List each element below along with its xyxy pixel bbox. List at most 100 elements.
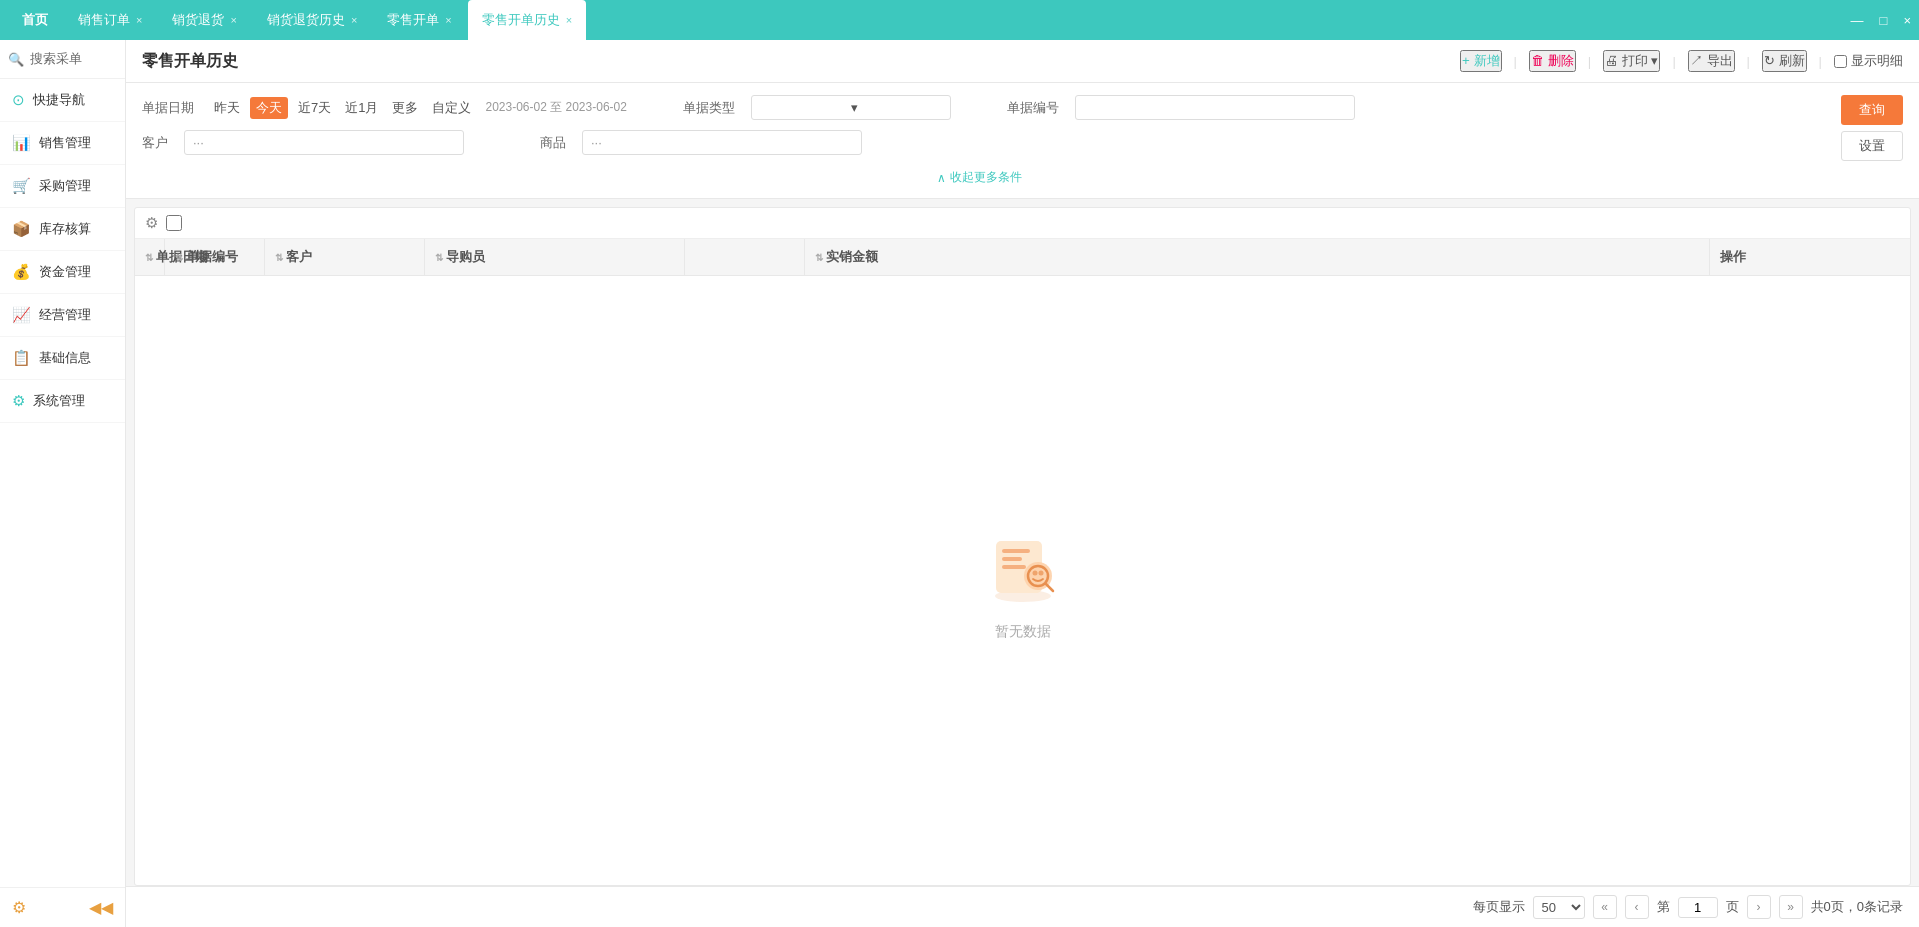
search-input-trigger[interactable]: 🔍 搜索采单 (8, 50, 117, 68)
search-label: 搜索采单 (30, 50, 82, 68)
filter-settings-button[interactable]: 设置 (1841, 131, 1903, 161)
filter-buttons: 查询 设置 (1841, 95, 1903, 161)
last-page-button[interactable]: » (1779, 895, 1803, 919)
sort-date-icon[interactable]: ⇅ (145, 252, 153, 263)
customer-input[interactable]: ··· (184, 130, 464, 155)
per-page-select[interactable]: 50 20 100 (1533, 896, 1585, 919)
sort-amount-icon[interactable]: ⇅ (815, 252, 823, 263)
show-detail-checkbox[interactable]: 显示明细 (1834, 52, 1903, 70)
date-opt-yesterday[interactable]: 昨天 (210, 97, 244, 119)
table-container: ⚙ ⇅ 单据日期 ⇅ 单据编号 ⇅ 客户 ⇅ 导购员 (134, 207, 1911, 886)
order-type-select[interactable]: ▾ (751, 95, 951, 120)
tab-sales-return-history[interactable]: 销货退货历史 × (253, 0, 371, 40)
window-close-button[interactable]: × (1903, 13, 1911, 28)
delete-button[interactable]: 🗑 删除 (1529, 50, 1576, 72)
sidebar-item-finance[interactable]: 💰 资金管理 (0, 251, 125, 294)
order-no-label: 单据编号 (1007, 99, 1059, 117)
goods-placeholder: ··· (591, 135, 602, 150)
purchase-icon: 🛒 (12, 177, 31, 195)
maximize-button[interactable]: □ (1880, 13, 1888, 28)
order-no-placeholder (1084, 100, 1088, 115)
content-area: 零售开单历史 + 新增 | 🗑 删除 | 🖨 打印 ▾ | ↗ 导出 | ↻ 刷… (126, 40, 1919, 927)
sidebar-item-shortcuts-label: 快捷导航 (33, 91, 85, 109)
th-customer[interactable]: ⇅ 客户 (265, 239, 425, 275)
show-detail-input[interactable] (1834, 55, 1847, 68)
add-button[interactable]: + 新增 (1460, 50, 1502, 72)
pagination-bar: 每页显示 50 20 100 « ‹ 第 页 › » 共0页，0条记录 (126, 886, 1919, 927)
sidebar-item-purchase[interactable]: 🛒 采购管理 (0, 165, 125, 208)
tab-retail-history-label: 零售开单历史 (482, 11, 560, 29)
date-opt-custom[interactable]: 自定义 (428, 97, 475, 119)
customer-placeholder: ··· (193, 135, 204, 150)
tab-sales-return-history-close[interactable]: × (351, 14, 357, 26)
page-number-input[interactable] (1678, 897, 1718, 918)
sidebar-item-purchase-label: 采购管理 (39, 177, 91, 195)
tab-retail-order-close[interactable]: × (445, 14, 451, 26)
tab-retail-order-label: 零售开单 (387, 11, 439, 29)
tab-sales-order[interactable]: 销售订单 × (64, 0, 156, 40)
tab-retail-history-close[interactable]: × (566, 14, 572, 26)
tab-retail-order[interactable]: 零售开单 × (373, 0, 465, 40)
page-unit: 页 (1726, 898, 1739, 916)
refresh-button[interactable]: ↻ 刷新 (1762, 50, 1807, 72)
tab-home-label: 首页 (22, 11, 48, 29)
order-type-value (760, 100, 851, 115)
sidebar-item-shortcuts[interactable]: ⊙ 快捷导航 (0, 79, 125, 122)
sidebar-item-inventory[interactable]: 📦 库存核算 (0, 208, 125, 251)
prev-page-button[interactable]: ‹ (1625, 895, 1649, 919)
tab-sales-order-label: 销售订单 (78, 11, 130, 29)
last-page-icon: » (1787, 900, 1794, 914)
date-filter-label: 单据日期 (142, 99, 194, 117)
settings-gear-icon[interactable]: ⚙ (12, 898, 26, 917)
order-no-input[interactable] (1075, 95, 1355, 120)
tab-retail-history[interactable]: 零售开单历史 × (468, 0, 586, 40)
sidebar-search-section[interactable]: 🔍 搜索采单 (0, 40, 125, 79)
tab-home[interactable]: 首页 (8, 0, 62, 40)
sort-customer-icon[interactable]: ⇅ (275, 252, 283, 263)
empty-state: 暂无数据 (135, 276, 1910, 885)
customer-label: 客户 (142, 134, 168, 152)
svg-rect-3 (1002, 557, 1022, 561)
th-amount[interactable]: ⇅ 实销金额 (805, 239, 1710, 275)
svg-point-9 (1038, 570, 1043, 575)
tab-sales-return-close[interactable]: × (230, 14, 236, 26)
sidebar: 🔍 搜索采单 ⊙ 快捷导航 📊 销售管理 🛒 采购管理 📦 库存核算 💰 资金管… (0, 40, 126, 927)
print-button[interactable]: 🖨 打印 ▾ (1603, 50, 1660, 72)
date-opt-1month[interactable]: 近1月 (341, 97, 382, 119)
minimize-button[interactable]: — (1851, 13, 1864, 28)
sidebar-item-system[interactable]: ⚙ 系统管理 (0, 380, 125, 423)
th-date[interactable]: ⇅ 单据日期 (135, 239, 165, 275)
svg-rect-2 (1002, 549, 1030, 553)
date-opt-more[interactable]: 更多 (388, 97, 422, 119)
sidebar-collapse-icon[interactable]: ◀◀ (89, 898, 113, 917)
th-order-no[interactable]: ⇅ 单据编号 (165, 239, 265, 275)
filter-area: 单据日期 昨天 今天 近7天 近1月 更多 自定义 2023-06-02 至 2… (126, 83, 1919, 199)
sidebar-item-management-label: 经营管理 (39, 306, 91, 324)
tab-sales-return[interactable]: 销货退货 × (158, 0, 250, 40)
empty-illustration (978, 521, 1068, 611)
table-settings-icon[interactable]: ⚙ (145, 214, 158, 232)
export-button[interactable]: ↗ 导出 (1688, 50, 1735, 72)
collapse-bar[interactable]: ∧ 收起更多条件 (142, 165, 1817, 190)
date-opt-7days[interactable]: 近7天 (294, 97, 335, 119)
page-header: 零售开单历史 + 新增 | 🗑 删除 | 🖨 打印 ▾ | ↗ 导出 | ↻ 刷… (126, 40, 1919, 83)
sidebar-item-management[interactable]: 📈 经营管理 (0, 294, 125, 337)
query-button[interactable]: 查询 (1841, 95, 1903, 125)
date-range-display: 2023-06-02 至 2023-06-02 (485, 99, 626, 116)
search-icon: 🔍 (8, 52, 24, 67)
goods-input[interactable]: ··· (582, 130, 862, 155)
first-page-button[interactable]: « (1593, 895, 1617, 919)
tab-sales-order-close[interactable]: × (136, 14, 142, 26)
sidebar-item-finance-label: 资金管理 (39, 263, 91, 281)
order-type-dropdown-icon: ▾ (851, 100, 942, 115)
select-all-checkbox[interactable] (166, 215, 182, 231)
sidebar-item-sales[interactable]: 📊 销售管理 (0, 122, 125, 165)
sidebar-item-basic-info[interactable]: 📋 基础信息 (0, 337, 125, 380)
th-salesperson[interactable]: ⇅ 导购员 (425, 239, 685, 275)
sort-orderno-icon[interactable]: ⇅ (175, 252, 183, 263)
next-page-button[interactable]: › (1747, 895, 1771, 919)
sales-icon: 📊 (12, 134, 31, 152)
sort-salesperson-icon[interactable]: ⇅ (435, 252, 443, 263)
date-opt-today[interactable]: 今天 (250, 97, 288, 119)
header-actions: + 新增 | 🗑 删除 | 🖨 打印 ▾ | ↗ 导出 | ↻ 刷新 | 显示明… (1460, 50, 1903, 72)
